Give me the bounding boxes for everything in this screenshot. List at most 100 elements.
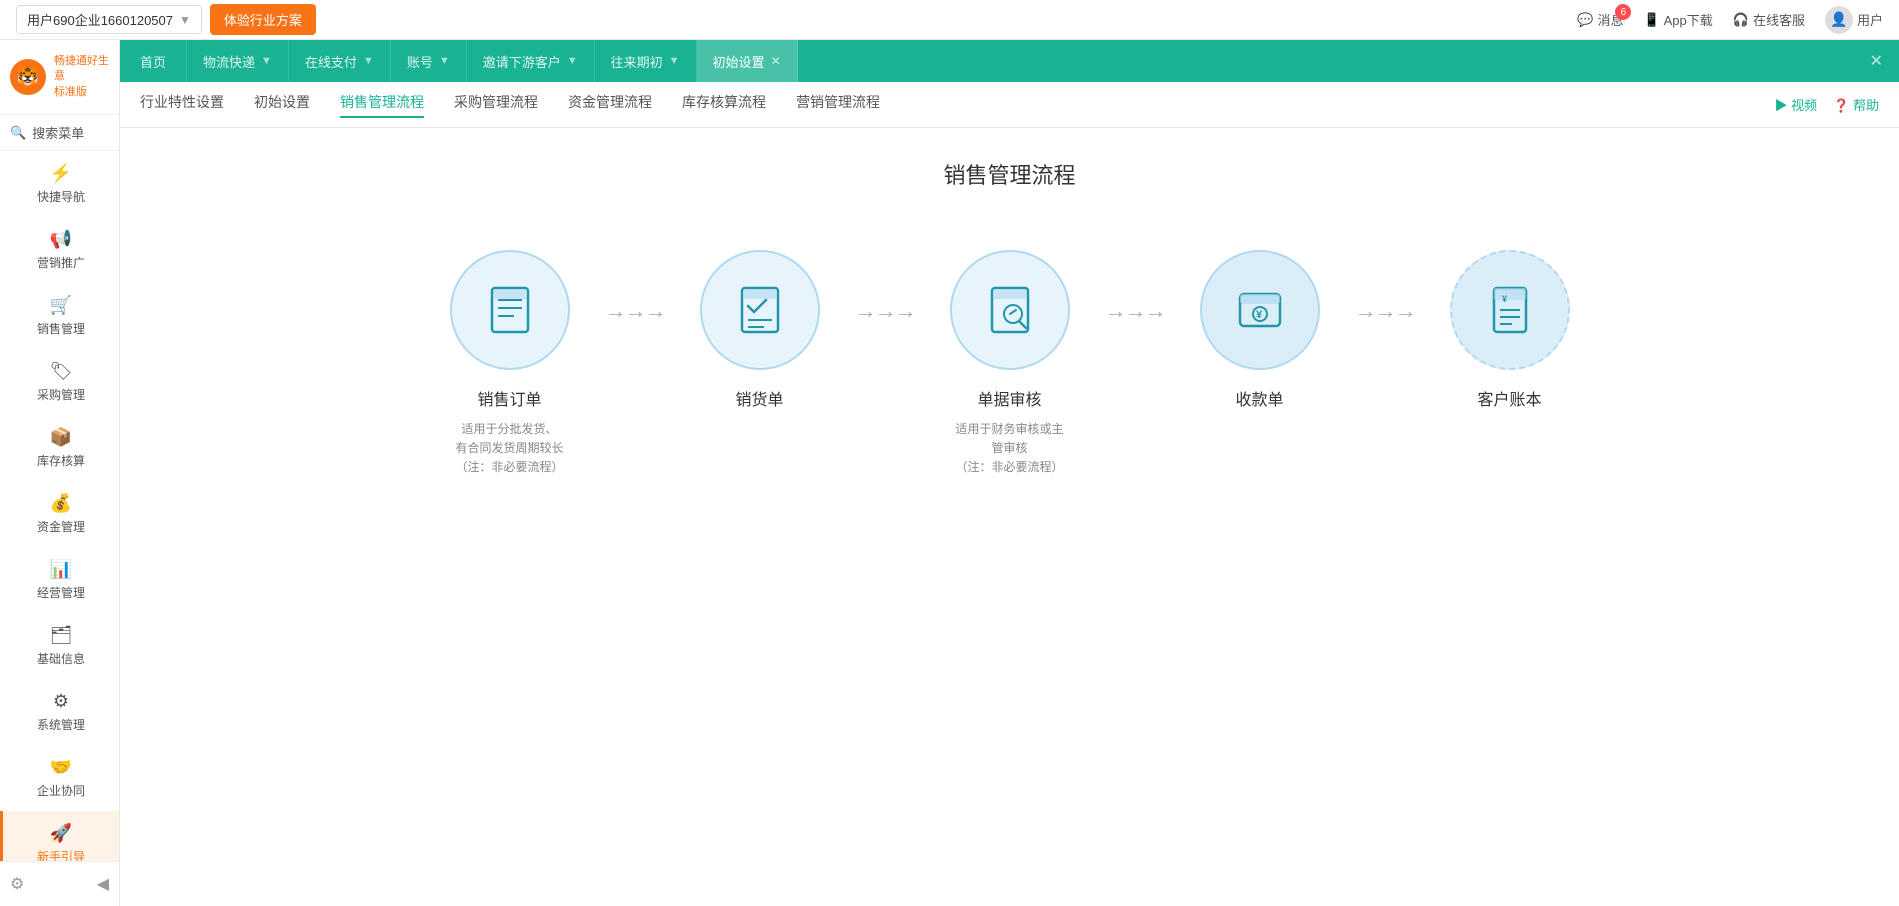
page-content: 销售管理流程 销售订单 xyxy=(120,128,1899,906)
nav-tab-invite-customer[interactable]: 邀请下游客户 ▼ xyxy=(467,40,595,82)
sub-tab-marketing-flow[interactable]: 营销管理流程 xyxy=(796,92,880,118)
nav-tab-account[interactable]: 账号 ▼ xyxy=(391,40,467,82)
svg-text:¥: ¥ xyxy=(1256,309,1263,321)
folder-icon: 🗂 xyxy=(50,625,73,646)
flow-label-sales-invoice: 销货单 xyxy=(735,386,783,410)
sidebar-item-finance[interactable]: 💰 资金管理 xyxy=(0,481,119,547)
flow-step-sales-invoice: 销货单 xyxy=(670,250,850,420)
flow-diagram: 销售订单 适用于分批发货、有合同发货周期较长（注：非必要流程） →→→ xyxy=(160,250,1859,478)
avatar: 👤 xyxy=(1825,6,1853,34)
flow-desc-doc-audit: 适用于财务审核或主管审核（注：非必要流程） xyxy=(955,420,1063,478)
sidebar-item-operations[interactable]: 📊 经营管理 xyxy=(0,547,119,613)
app-icon: 📱 xyxy=(1643,12,1659,28)
trial-button[interactable]: 体验行业方案 xyxy=(210,4,316,35)
flow-arrow-2: →→→ xyxy=(850,298,920,324)
help-icon: ❓ xyxy=(1833,98,1849,113)
sidebar-items: ⚡ 快捷导航 📢 营销推广 🛒 销售管理 🏷 采购管理 📦 库存核算 xyxy=(0,151,119,861)
nav-tab-home[interactable]: 首页 xyxy=(120,40,187,82)
company-selector[interactable]: 用户690企业1660120507 ▼ xyxy=(16,5,202,34)
sidebar-logo: 🐯 畅捷通好生意 标准版 xyxy=(0,40,119,115)
logo-icon: 🐯 xyxy=(10,59,46,95)
sub-tab-inventory-flow[interactable]: 库存核算流程 xyxy=(682,92,766,118)
sidebar-item-purchase-mgmt[interactable]: 🏷 采购管理 xyxy=(0,349,119,415)
dropdown-icon: ▼ xyxy=(669,55,680,67)
service-icon: 🎧 xyxy=(1733,12,1749,28)
sub-tabs: 行业特性设置 初始设置 销售管理流程 采购管理流程 资金管理流程 库存核算流程 xyxy=(120,82,1899,128)
top-bar-left: 用户690企业1660120507 ▼ 体验行业方案 xyxy=(16,4,316,35)
box-icon: 📦 xyxy=(50,427,72,448)
collection-icon: ¥ xyxy=(1230,280,1290,340)
sidebar-item-marketing-promo[interactable]: 📢 营销推广 xyxy=(0,217,119,283)
flow-circle-sales-invoice[interactable] xyxy=(700,250,820,370)
sidebar-item-quick-nav[interactable]: ⚡ 快捷导航 xyxy=(0,151,119,217)
settings-icon[interactable]: ⚙ xyxy=(10,874,24,894)
flow-circle-collection[interactable]: ¥ xyxy=(1200,250,1320,370)
gear-icon: ⚙ xyxy=(53,691,69,712)
flow-label-sales-order: 销售订单 xyxy=(477,386,541,410)
money-icon: 💰 xyxy=(50,493,72,514)
top-bar-right: 💬 消息 6 📱 App下载 🎧 在线客服 👤 用户 xyxy=(1577,6,1883,34)
sidebar-item-system-mgmt[interactable]: ⚙ 系统管理 xyxy=(0,679,119,745)
flow-arrow-4: →→→ xyxy=(1350,298,1420,324)
sub-tab-industry-settings[interactable]: 行业特性设置 xyxy=(140,92,224,118)
flow-arrow-3: →→→ xyxy=(1100,298,1170,324)
sidebar-item-basic-info[interactable]: 🗂 基础信息 xyxy=(0,613,119,679)
dropdown-icon: ▼ xyxy=(567,55,578,67)
service-label: 在线客服 xyxy=(1753,10,1805,29)
search-icon: 🔍 xyxy=(10,125,26,141)
nav-tab-period-init[interactable]: 往来期初 ▼ xyxy=(595,40,697,82)
search-menu-label: 搜索菜单 xyxy=(32,123,84,142)
close-tab-icon[interactable]: ✕ xyxy=(771,54,781,68)
user-button[interactable]: 👤 用户 xyxy=(1825,6,1883,34)
sales-order-icon xyxy=(480,280,540,340)
page-title: 销售管理流程 xyxy=(160,158,1859,190)
chart-icon: 📊 xyxy=(50,559,72,580)
flow-circle-doc-audit[interactable] xyxy=(950,250,1070,370)
chevron-down-icon: ▼ xyxy=(179,13,191,27)
main-body: 🐯 畅捷通好生意 标准版 🔍 搜索菜单 ⚡ 快捷导航 📢 营销推广 xyxy=(0,40,1899,906)
nav-tab-logistics[interactable]: 物流快递 ▼ xyxy=(187,40,289,82)
help-action[interactable]: ❓ 帮助 xyxy=(1833,95,1879,114)
collapse-sidebar-icon[interactable]: ◀ xyxy=(97,874,109,894)
content-area: 首页 物流快递 ▼ 在线支付 ▼ 账号 ▼ 邀请下游客户 ▼ xyxy=(120,40,1899,906)
user-label: 用户 xyxy=(1857,10,1883,29)
sidebar-item-enterprise-collab[interactable]: 🤝 企业协同 xyxy=(0,745,119,811)
search-menu-button[interactable]: 🔍 搜索菜单 xyxy=(0,115,119,151)
sub-tab-initial-settings[interactable]: 初始设置 xyxy=(254,92,310,118)
flow-desc-sales-order: 适用于分批发货、有合同发货周期较长（注：非必要流程） xyxy=(455,420,563,478)
video-action[interactable]: ▶ 视频 xyxy=(1775,95,1818,114)
sidebar-item-inventory[interactable]: 📦 库存核算 xyxy=(0,415,119,481)
sub-tab-purchase-flow[interactable]: 采购管理流程 xyxy=(454,92,538,118)
message-badge: 6 xyxy=(1615,4,1631,20)
app-download-button[interactable]: 📱 App下载 xyxy=(1643,10,1712,29)
sidebar-item-new-guide[interactable]: 🚀 新手引导 xyxy=(0,811,119,861)
flow-step-collection: ¥ 收款单 xyxy=(1170,250,1350,420)
flow-circle-sales-order[interactable] xyxy=(450,250,570,370)
tag-icon: 🏷 xyxy=(50,361,73,382)
top-bar: 用户690企业1660120507 ▼ 体验行业方案 💬 消息 6 📱 App下… xyxy=(0,0,1899,40)
sub-tab-sales-flow[interactable]: 销售管理流程 xyxy=(340,92,424,118)
online-service-button[interactable]: 🎧 在线客服 xyxy=(1733,10,1805,29)
flow-step-sales-order: 销售订单 适用于分批发货、有合同发货周期较长（注：非必要流程） xyxy=(420,250,600,478)
play-icon: ▶ xyxy=(1775,98,1788,113)
megaphone-icon: 📢 xyxy=(50,229,72,250)
sidebar-item-sales-mgmt[interactable]: 🛒 销售管理 xyxy=(0,283,119,349)
dropdown-icon: ▼ xyxy=(363,55,374,67)
message-icon: 💬 xyxy=(1577,12,1593,28)
app-label: App下载 xyxy=(1664,10,1713,29)
nav-bar-close-button[interactable]: ✕ xyxy=(1854,40,1899,82)
nav-tab-initial-setup[interactable]: 初始设置 ✕ xyxy=(697,40,798,82)
flow-label-collection: 收款单 xyxy=(1235,386,1283,410)
nav-tab-online-pay[interactable]: 在线支付 ▼ xyxy=(289,40,391,82)
message-button[interactable]: 💬 消息 6 xyxy=(1577,10,1623,29)
sales-invoice-icon xyxy=(730,280,790,340)
handshake-icon: 🤝 xyxy=(50,757,72,778)
flow-step-doc-audit: 单据审核 适用于财务审核或主管审核（注：非必要流程） xyxy=(920,250,1100,478)
rocket-icon: 🚀 xyxy=(50,823,72,844)
dropdown-icon: ▼ xyxy=(261,55,272,67)
customer-ledger-icon: ¥ xyxy=(1480,280,1540,340)
flow-circle-customer-ledger[interactable]: ¥ xyxy=(1450,250,1570,370)
cart-icon: 🛒 xyxy=(50,295,72,316)
lightning-icon: ⚡ xyxy=(50,163,72,184)
sub-tab-finance-flow[interactable]: 资金管理流程 xyxy=(568,92,652,118)
